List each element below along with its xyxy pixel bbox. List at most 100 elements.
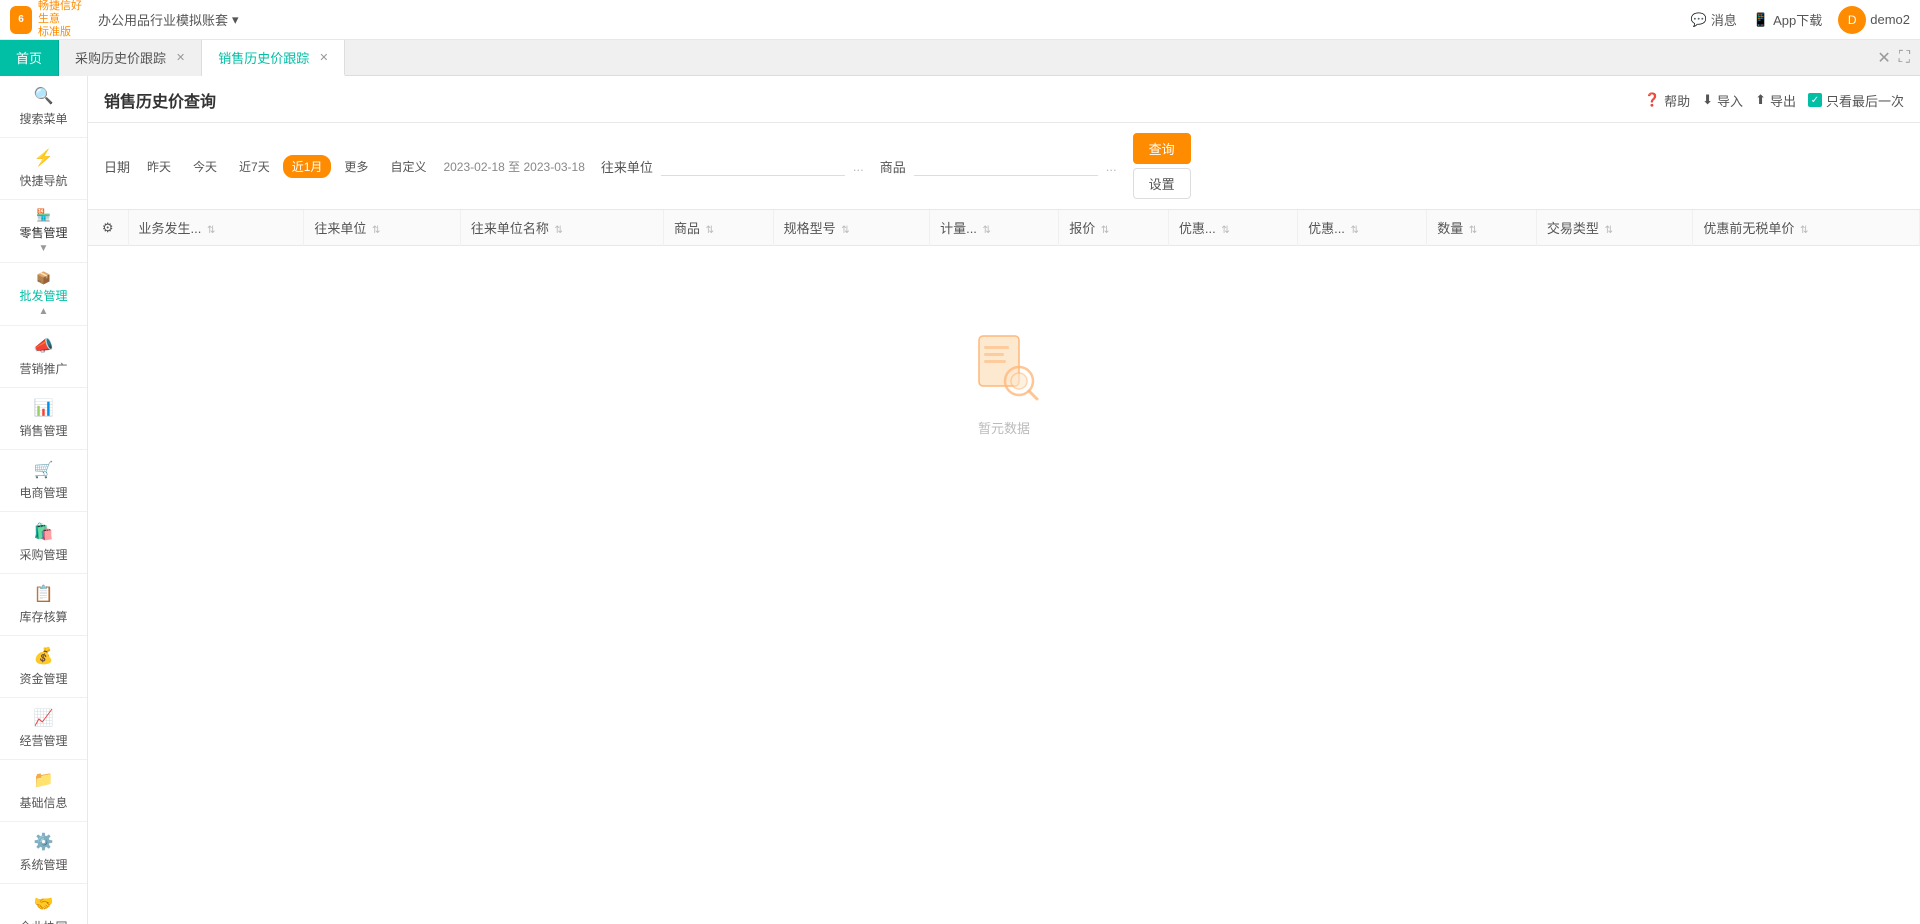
th-goods-label: 商品 [674, 221, 700, 236]
only-last-checkbox-area[interactable]: ✓ 只看最后一次 [1808, 91, 1904, 110]
th-discount2-label: 优惠... [1308, 221, 1345, 236]
data-table: ⚙ 业务发生... ⇅ 往来单位 ⇅ 往来单位名称 ⇅ [88, 210, 1920, 246]
th-discount1-label: 优惠... [1179, 221, 1216, 236]
tab-home[interactable]: 首页 [0, 40, 59, 76]
th-spec-sort-icon: ⇅ [841, 225, 849, 236]
search-icon: 🔍 [34, 86, 54, 106]
tab-sales-label: 销售历史价跟踪 [218, 48, 309, 67]
sidebar-item-basics[interactable]: 📁 基础信息 [0, 760, 87, 822]
goods-dots: ... [1106, 159, 1117, 174]
page-actions: ❓ 帮助 ⬇ 导入 ⬆ 导出 ✓ 只看最后一次 [1644, 91, 1904, 110]
sidebar-item-wholesale[interactable]: 📦 批发管理 ▲ [0, 263, 87, 326]
sidebar-item-ecommerce[interactable]: 🛒 电商管理 [0, 450, 87, 512]
sidebar-item-sales-mgmt[interactable]: 📊 销售管理 [0, 388, 87, 450]
sidebar-item-search[interactable]: 🔍 搜索菜单 [0, 76, 87, 138]
goods-input[interactable] [914, 156, 1098, 176]
sidebar-item-finance[interactable]: 💰 资金管理 [0, 636, 87, 698]
sidebar-operations-label: 经营管理 [19, 732, 67, 749]
sidebar-search-label: 搜索菜单 [19, 110, 67, 127]
partner-input[interactable] [661, 156, 845, 176]
sidebar-enterprise-label: 企业协同 [19, 918, 67, 924]
sidebar-item-enterprise[interactable]: 🤝 企业协同 [0, 884, 87, 924]
date-btn-more[interactable]: 更多 [335, 155, 377, 178]
export-label: 导出 [1770, 91, 1796, 110]
top-bar-left: 6 畅捷信好生意 标准版 办公用品行业模拟账套 ▾ [10, 0, 239, 39]
enterprise-icon: 🤝 [34, 894, 54, 914]
sidebar-item-marketing[interactable]: 📣 营销推广 [0, 326, 87, 388]
goods-label: 商品 [880, 157, 906, 176]
export-button[interactable]: ⬆ 导出 [1755, 91, 1796, 110]
th-discount1-sort-icon: ⇅ [1221, 225, 1229, 236]
date-btn-yesterday[interactable]: 昨天 [138, 155, 180, 178]
sidebar-item-shortcut[interactable]: ⚡ 快捷导航 [0, 138, 87, 200]
tab-purchase-close-icon[interactable]: ✕ [176, 51, 185, 64]
empty-icon [964, 326, 1044, 406]
th-tax-price-sort-icon: ⇅ [1800, 225, 1808, 236]
partner-label: 往来单位 [601, 157, 653, 176]
goods-filter-field: 商品 ... [880, 156, 1117, 176]
th-quantity[interactable]: 数量 ⇅ [1427, 210, 1537, 246]
message-label: 消息 [1711, 10, 1737, 29]
tab-purchase[interactable]: 采购历史价跟踪 ✕ [59, 40, 202, 76]
th-biz-date[interactable]: 业务发生... ⇅ [128, 210, 304, 246]
basics-icon: 📁 [34, 770, 54, 790]
th-settings[interactable]: ⚙ [88, 210, 128, 246]
date-btn-custom[interactable]: 自定义 [381, 155, 435, 178]
settings-button[interactable]: 设置 [1133, 168, 1191, 199]
th-partner-name[interactable]: 往来单位名称 ⇅ [460, 210, 663, 246]
th-discount2[interactable]: 优惠... ⇅ [1298, 210, 1427, 246]
sidebar-finance-label: 资金管理 [19, 670, 67, 687]
th-spec[interactable]: 规格型号 ⇅ [773, 210, 929, 246]
date-btn-today[interactable]: 今天 [184, 155, 226, 178]
th-price-sort-icon: ⇅ [1101, 225, 1109, 236]
th-partner-code[interactable]: 往来单位 ⇅ [304, 210, 460, 246]
th-tax-price[interactable]: 优惠前无税单价 ⇅ [1693, 210, 1920, 246]
tab-purchase-label: 采购历史价跟踪 [75, 48, 166, 67]
th-unit[interactable]: 计量... ⇅ [930, 210, 1059, 246]
tab-bar-expand-icon[interactable]: ⛶ [1899, 49, 1910, 67]
date-label: 日期 [104, 157, 130, 176]
th-price[interactable]: 报价 ⇅ [1059, 210, 1169, 246]
import-button[interactable]: ⬇ 导入 [1702, 91, 1743, 110]
th-partner-name-sort-icon: ⇅ [554, 225, 562, 236]
th-quantity-label: 数量 [1437, 221, 1463, 236]
th-partner-name-label: 往来单位名称 [471, 221, 549, 236]
column-settings-icon[interactable]: ⚙ [102, 220, 114, 235]
inventory-icon: 📋 [34, 584, 54, 604]
sidebar-item-purchase-mgmt[interactable]: 🛍️ 采购管理 [0, 512, 87, 574]
user-area[interactable]: D demo2 [1838, 6, 1910, 34]
only-last-checkbox[interactable]: ✓ [1808, 93, 1822, 107]
date-filter-group: 日期 昨天 今天 近7天 近1月 更多 自定义 2023-02-18 至 202… [104, 155, 585, 178]
message-button[interactable]: 💬 消息 [1691, 10, 1737, 29]
th-tax-price-label: 优惠前无税单价 [1703, 221, 1794, 236]
app-download-button[interactable]: 📱 App下载 [1753, 10, 1822, 29]
sidebar-item-inventory[interactable]: 📋 库存核算 [0, 574, 87, 636]
th-trade-type-label: 交易类型 [1547, 221, 1599, 236]
sidebar-basics-label: 基础信息 [19, 794, 67, 811]
date-btn-7days[interactable]: 近7天 [230, 155, 279, 178]
date-btn-1month[interactable]: 近1月 [283, 155, 332, 178]
help-button[interactable]: ❓ 帮助 [1644, 91, 1690, 110]
sidebar-item-system[interactable]: ⚙️ 系统管理 [0, 822, 87, 884]
wholesale-icon: 📦 [36, 271, 51, 285]
th-goods[interactable]: 商品 ⇅ [663, 210, 773, 246]
th-biz-date-sort-icon: ⇅ [207, 225, 215, 236]
th-discount2-sort-icon: ⇅ [1351, 225, 1359, 236]
sidebar-item-retail[interactable]: 🏪 零售管理 ▼ [0, 200, 87, 263]
tab-sales-close-icon[interactable]: ✕ [319, 51, 328, 64]
tab-bar-close-icon[interactable]: ✕ [1877, 48, 1890, 68]
sidebar-item-operations[interactable]: 📈 经营管理 [0, 698, 87, 760]
th-discount1[interactable]: 优惠... ⇅ [1168, 210, 1297, 246]
sidebar-purchase-label: 采购管理 [19, 546, 67, 563]
tab-sales[interactable]: 销售历史价跟踪 ✕ [202, 40, 345, 76]
partner-dots: ... [853, 159, 864, 174]
app-label: App下载 [1773, 10, 1822, 29]
workspace-selector[interactable]: 办公用品行业模拟账套 ▾ [98, 10, 239, 29]
page-title: 销售历史价查询 [104, 88, 216, 112]
th-trade-type[interactable]: 交易类型 ⇅ [1536, 210, 1692, 246]
th-price-label: 报价 [1069, 221, 1095, 236]
query-button[interactable]: 查询 [1133, 133, 1191, 164]
th-trade-type-sort-icon: ⇅ [1605, 225, 1613, 236]
partner-filter-field: 往来单位 ... [601, 156, 864, 176]
tab-bar-actions: ✕ ⛶ [1877, 48, 1920, 68]
